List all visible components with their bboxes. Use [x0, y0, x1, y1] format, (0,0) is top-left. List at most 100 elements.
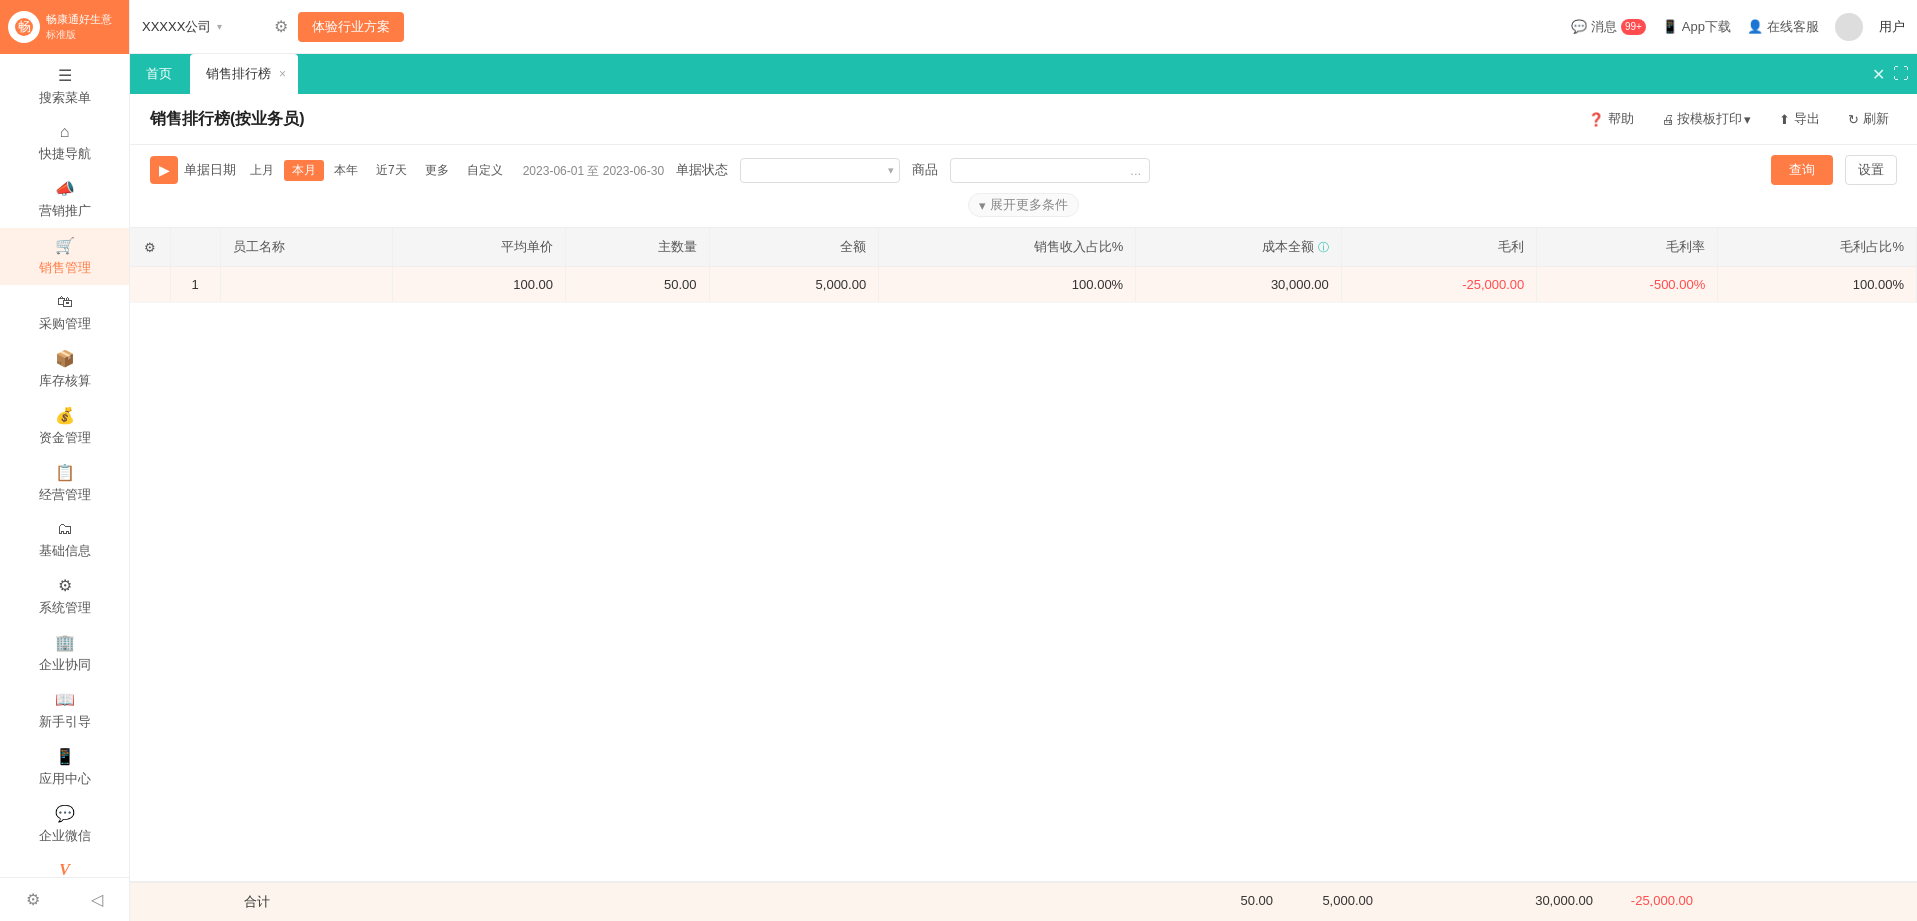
setting-button[interactable]: 设置: [1845, 155, 1897, 185]
col-settings[interactable]: ⚙: [130, 228, 170, 267]
tabbar-right: ✕ ⛶: [1872, 65, 1917, 84]
settings-bottom-icon[interactable]: ⚙: [18, 886, 48, 913]
sidebar-item-label: 企业微信: [39, 827, 91, 845]
tab-home[interactable]: 首页: [130, 54, 188, 94]
col-gross-rate: 毛利率: [1537, 228, 1718, 267]
tab-close-icon[interactable]: ×: [279, 67, 286, 81]
tab-sales-rank[interactable]: 销售排行榜 ×: [190, 54, 298, 94]
help-btn[interactable]: ❓ 帮助: [1580, 106, 1642, 132]
table-row: 1 100.00 50.00 5,000.00 100.00% 30,000.0…: [130, 267, 1917, 303]
sidebar-item-sales[interactable]: 🛒 销售管理: [0, 228, 129, 285]
sales-icon: 🛒: [55, 236, 75, 255]
expand-more-conditions-btn[interactable]: ▾ 展开更多条件: [968, 193, 1079, 217]
status-select-wrap: [740, 158, 900, 183]
expand-row: ▾ 展开更多条件: [150, 193, 1897, 217]
refresh-icon: ↻: [1848, 112, 1859, 127]
sidebar-item-enterprise[interactable]: 🏢 企业协同: [0, 625, 129, 682]
appcenter-icon: 📱: [55, 747, 75, 766]
online-service-btn[interactable]: 👤 在线客服: [1747, 18, 1819, 36]
footer-gross-pct-cell: [1805, 893, 1905, 911]
sidebar-nav: ☰ 搜索菜单 ⌂ 快捷导航 📣 营销推广 🛒 销售管理 🛍 采购管理 📦 库存核…: [0, 54, 129, 877]
help-icon: ❓: [1588, 112, 1604, 127]
sidebar-item-system[interactable]: ⚙ 系统管理: [0, 568, 129, 625]
footer-sales-pct-cell: [1385, 893, 1495, 911]
app-download-btn[interactable]: 📱 App下载: [1662, 18, 1731, 36]
sidebar-item-label: 企业协同: [39, 656, 91, 674]
date-tab-last-month[interactable]: 上月: [242, 160, 282, 181]
table-header-row: ⚙ 员工名称 平均单价 主数量 全额 销售收入占比% 成本全额 ⓘ 毛利 毛利率…: [130, 228, 1917, 267]
company-selector[interactable]: XXXXX公司 ▾: [142, 18, 262, 36]
expand-label: 展开更多条件: [990, 196, 1068, 214]
export-btn[interactable]: ⬆ 导出: [1771, 106, 1828, 132]
sidebar-item-search[interactable]: ☰ 搜索菜单: [0, 58, 129, 115]
col-rank: [170, 228, 220, 267]
tab-window-close-icon[interactable]: ✕: [1872, 65, 1885, 84]
print-btn[interactable]: 🖨 按模板打印 ▾: [1654, 106, 1759, 132]
row-gross-cell: -25,000.00: [1341, 267, 1537, 303]
guide-icon: 📖: [55, 690, 75, 709]
search-menu-icon: ☰: [58, 66, 72, 85]
topbar-gear-icon[interactable]: ⚙: [274, 17, 288, 36]
tab-maximize-icon[interactable]: ⛶: [1893, 65, 1909, 83]
sidebar-item-appcenter[interactable]: 📱 应用中心: [0, 739, 129, 796]
sidebar-item-label: 经营管理: [39, 486, 91, 504]
sidebar-item-basicinfo[interactable]: 🗂 基础信息: [0, 512, 129, 568]
message-btn[interactable]: 💬 消息 99+: [1571, 18, 1646, 36]
main-content: XXXXX公司 ▾ ⚙ 体验行业方案 💬 消息 99+ 📱 App下载 👤 在线…: [130, 0, 1917, 921]
date-tab-this-year[interactable]: 本年: [326, 160, 366, 181]
col-name: 员工名称: [220, 228, 393, 267]
footer-qty-cell: 50.00: [1195, 893, 1285, 911]
filter-row-1: ▶ 单据日期 上月 本月 本年 近7天 更多 自定义 2023-06-01 至 …: [150, 155, 1897, 185]
sidebar-item-quicknav[interactable]: ⌂ 快捷导航: [0, 115, 129, 171]
sidebar-item-member[interactable]: V 畅会员: [0, 853, 129, 877]
company-dropdown-icon: ▾: [217, 21, 222, 32]
footer-empty-1: [142, 893, 182, 911]
sidebar-item-label: 搜索菜单: [39, 89, 91, 107]
sidebar-item-marketing[interactable]: 📣 营销推广: [0, 171, 129, 228]
sidebar-item-label: 快捷导航: [39, 145, 91, 163]
table-footer: 合计 50.00 5,000.00 30,000.00 -25,000.00: [130, 881, 1917, 921]
row-gross-rate-cell: -500.00%: [1537, 267, 1718, 303]
date-range-text: 2023-06-01 至 2023-06-30: [523, 163, 664, 180]
trial-button[interactable]: 体验行业方案: [298, 12, 404, 42]
status-filter-label: 单据状态: [676, 161, 728, 179]
col-cost: 成本全额 ⓘ: [1136, 228, 1342, 267]
tabbar: 首页 销售排行榜 × ✕ ⛶: [130, 54, 1917, 94]
status-select[interactable]: [740, 158, 900, 183]
refresh-btn[interactable]: ↻ 刷新: [1840, 106, 1897, 132]
sidebar-item-operations[interactable]: 📋 经营管理: [0, 455, 129, 512]
sidebar-item-label: 销售管理: [39, 259, 91, 277]
avatar[interactable]: [1835, 13, 1863, 41]
sidebar-item-label: 库存核算: [39, 372, 91, 390]
sidebar-logo: 畅 畅康通好生意 标准版: [0, 0, 129, 54]
logo-icon: 畅: [8, 11, 40, 43]
sidebar-item-capital[interactable]: 💰 资金管理: [0, 398, 129, 455]
footer-avg-cell: [1105, 893, 1195, 911]
goods-dots-icon[interactable]: ...: [1130, 163, 1141, 178]
sidebar-item-purchase[interactable]: 🛍 采购管理: [0, 285, 129, 341]
goods-input[interactable]: ...: [950, 158, 1150, 183]
row-rank-cell: 1: [170, 267, 220, 303]
date-tab-7days[interactable]: 近7天: [368, 160, 415, 181]
collapse-sidebar-icon[interactable]: ◁: [83, 886, 111, 913]
sidebar-item-inventory[interactable]: 📦 库存核算: [0, 341, 129, 398]
page-header: 销售排行榜(按业务员) ❓ 帮助 🖨 按模板打印 ▾ ⬆ 导出 ↻ 刷新: [130, 94, 1917, 145]
svg-text:畅: 畅: [18, 19, 31, 34]
query-button[interactable]: 查询: [1771, 155, 1833, 185]
basicinfo-icon: 🗂: [57, 520, 73, 538]
sidebar-item-wechat[interactable]: 💬 企业微信: [0, 796, 129, 853]
filter-expand-icon[interactable]: ▶: [150, 156, 178, 184]
tab-home-label: 首页: [146, 65, 172, 83]
date-tab-custom[interactable]: 自定义: [459, 160, 511, 181]
footer-cells: 合计 50.00 5,000.00 30,000.00 -25,000.00: [142, 893, 1905, 911]
sidebar-item-guide[interactable]: 📖 新手引导: [0, 682, 129, 739]
date-tab-more[interactable]: 更多: [417, 160, 457, 181]
date-tab-this-month[interactable]: 本月: [284, 160, 324, 181]
date-filter-label: 单据日期: [184, 161, 236, 179]
goods-filter-label: 商品: [912, 161, 938, 179]
footer-label-cell: 合计: [232, 893, 1105, 911]
purchase-icon: 🛍: [57, 293, 73, 311]
footer-gross-cell: -25,000.00: [1605, 893, 1705, 911]
message-badge: 99+: [1621, 19, 1646, 35]
capital-icon: 💰: [55, 406, 75, 425]
